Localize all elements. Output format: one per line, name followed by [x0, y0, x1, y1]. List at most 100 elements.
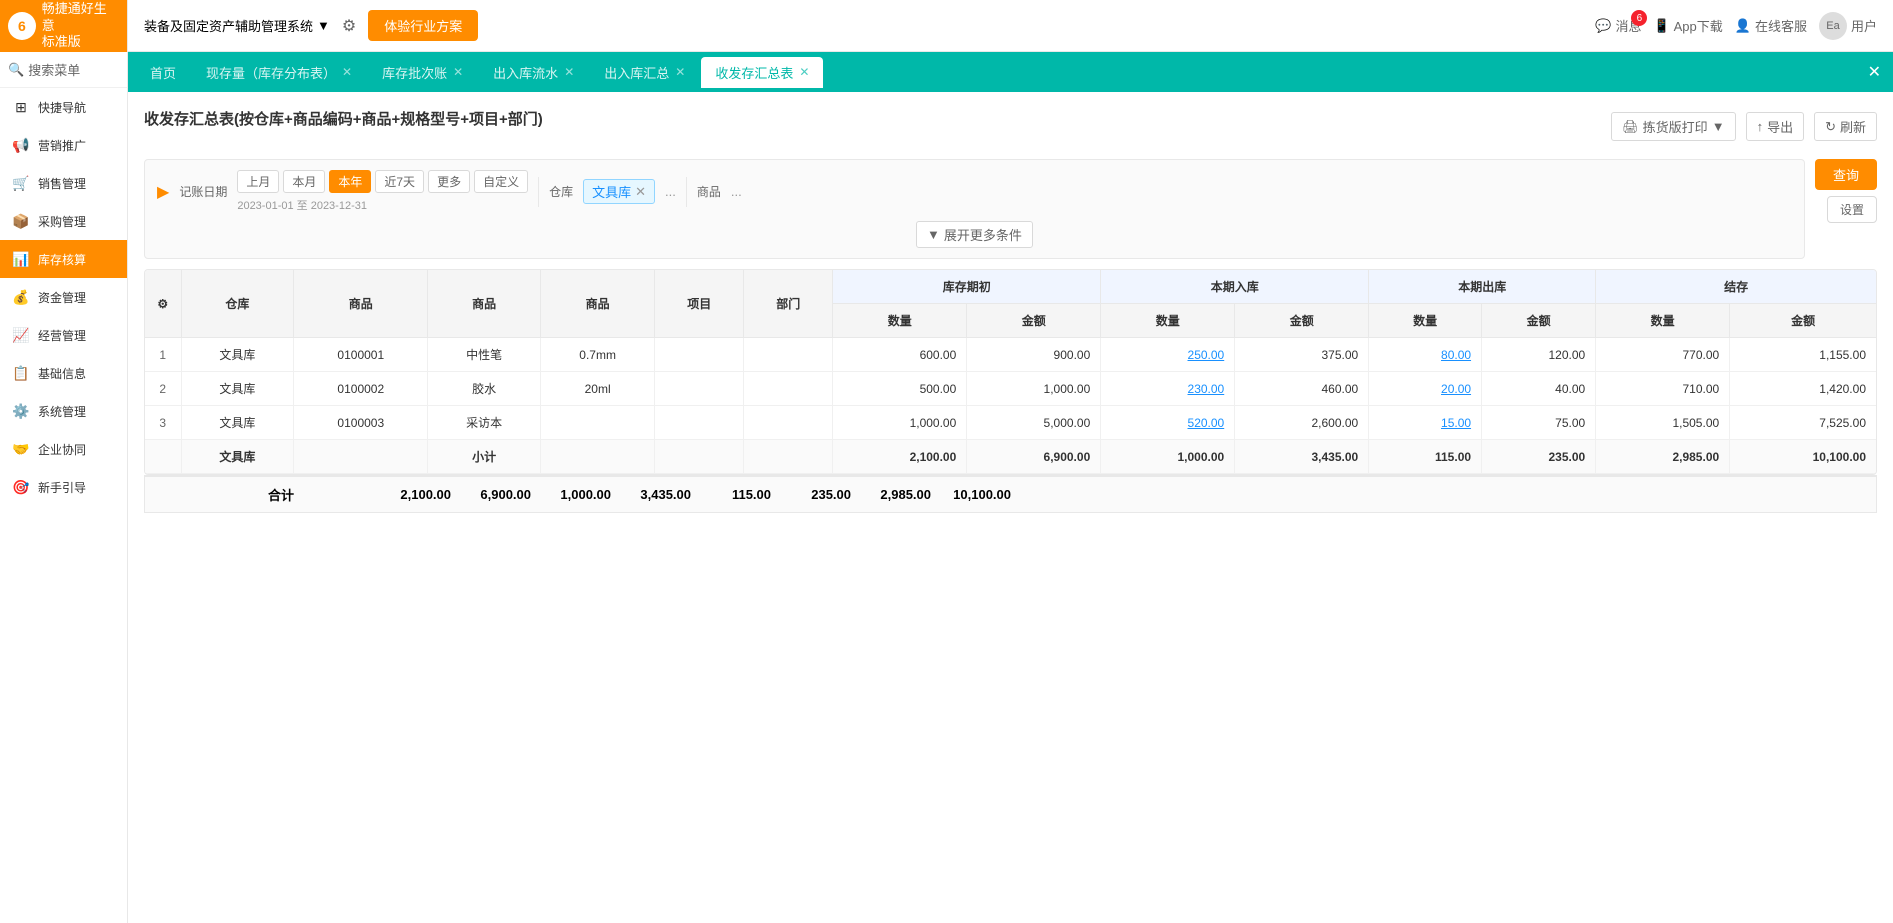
sidebar-item-marketing[interactable]: 📢 营销推广 [0, 126, 127, 164]
sidebar-item-finance[interactable]: 💰 资金管理 [0, 278, 127, 316]
col-name: 商品 [428, 270, 541, 338]
system-title[interactable]: 装备及固定资产辅助管理系统 ▼ [144, 16, 330, 35]
expand-conditions-btn[interactable]: ▼ 展开更多条件 [916, 221, 1033, 248]
col-group-balance: 结存 [1596, 270, 1876, 304]
sidebar-item-quick-nav[interactable]: ⊞ 快捷导航 [0, 88, 127, 126]
warehouse-tag-close[interactable]: ✕ [635, 184, 646, 200]
sales-icon: 🛒 [12, 174, 30, 192]
logo-icon: 6 [8, 12, 36, 40]
col-project: 项目 [655, 270, 744, 338]
cell-name: 中性笔 [428, 338, 541, 372]
sidebar-item-operations[interactable]: 📈 经营管理 [0, 316, 127, 354]
cell-begin-qty: 600.00 [833, 338, 967, 372]
cell-warehouse: 文具库 [181, 372, 294, 406]
tab-inout-flow-label: 出入库流水 [493, 63, 558, 82]
cell-project [655, 406, 744, 440]
footer-in-qty: 1,000.00 [541, 487, 621, 502]
warehouse-tag[interactable]: 文具库 ✕ [583, 179, 655, 204]
print-btn[interactable]: 🖨 拣货版打印 ▼ [1611, 112, 1735, 141]
cell-in-qty[interactable]: 520.00 [1101, 406, 1235, 440]
sidebar-item-inventory[interactable]: 📊 库存核算 [0, 240, 127, 278]
cell-out-qty[interactable]: 20.00 [1369, 372, 1482, 406]
cell-in-qty[interactable]: 230.00 [1101, 372, 1235, 406]
col-group-begin: 库存期初 [833, 270, 1101, 304]
cell-bal-amt: 10,100.00 [1730, 440, 1876, 474]
tab-batch-close[interactable]: ✕ [453, 65, 463, 79]
guide-icon: 🎯 [12, 478, 30, 496]
online-service-action[interactable]: 👤 在线客服 [1735, 16, 1807, 35]
tabbar-close-btn[interactable]: ✕ [1864, 58, 1885, 86]
table-row[interactable]: 2 文具库 0100002 胶水 20ml 500.00 1,000.00 23… [145, 372, 1876, 406]
tab-inout-flow[interactable]: 出入库流水 ✕ [479, 57, 588, 88]
cell-spec [541, 406, 655, 440]
chevron-down-icon: ▼ [317, 18, 330, 33]
experience-btn[interactable]: 体验行业方案 [368, 10, 478, 41]
sidebar-item-purchase[interactable]: 📦 采购管理 [0, 202, 127, 240]
base-info-icon: 📋 [12, 364, 30, 382]
table-row[interactable]: 1 文具库 0100001 中性笔 0.7mm 600.00 900.00 25… [145, 338, 1876, 372]
warehouse-label: 仓库 [549, 183, 573, 200]
date-btn-this-year[interactable]: 本年 [329, 170, 371, 193]
tab-inout-flow-close[interactable]: ✕ [564, 65, 574, 79]
goods-more-btn[interactable]: ... [731, 184, 742, 199]
tab-inventory-dist-close[interactable]: ✕ [342, 65, 352, 79]
cell-bal-qty: 710.00 [1596, 372, 1730, 406]
export-btn[interactable]: ↑ 导出 [1746, 112, 1805, 141]
search-menu-item[interactable]: 🔍 搜索菜单 [0, 52, 127, 88]
settings-icon[interactable]: ⚙ [342, 16, 356, 36]
quick-nav-icon: ⊞ [12, 98, 30, 116]
table-row[interactable]: 文具库 小计 2,100.00 6,900.00 1,000.00 3,435.… [145, 440, 1876, 474]
date-btn-this-month[interactable]: 本月 [283, 170, 325, 193]
cell-in-qty[interactable]: 250.00 [1101, 338, 1235, 372]
cell-begin-amt: 5,000.00 [967, 406, 1101, 440]
date-btn-more[interactable]: 更多 [428, 170, 470, 193]
cell-spec: 0.7mm [541, 338, 655, 372]
date-btn-last-month[interactable]: 上月 [237, 170, 279, 193]
warehouse-more-btn[interactable]: ... [665, 184, 676, 199]
avatar: Ea [1819, 12, 1847, 40]
message-action[interactable]: 💬 消息 6 [1595, 16, 1641, 35]
tab-batch-label: 库存批次账 [382, 63, 447, 82]
cell-bal-qty: 1,505.00 [1596, 406, 1730, 440]
query-btn[interactable]: 查询 [1815, 159, 1877, 190]
table-row[interactable]: 3 文具库 0100003 采访本 1,000.00 5,000.00 520.… [145, 406, 1876, 440]
refresh-btn[interactable]: ↻ 刷新 [1814, 112, 1877, 141]
tab-home[interactable]: 首页 [136, 57, 190, 88]
cell-project [655, 372, 744, 406]
inventory-icon: 📊 [12, 250, 30, 268]
tab-receive-summary-close[interactable]: ✕ [799, 65, 809, 79]
filter-collapse-btn[interactable]: ▶ [157, 182, 169, 202]
cell-begin-qty: 500.00 [833, 372, 967, 406]
tab-inout-summary-close[interactable]: ✕ [675, 65, 685, 79]
sidebar-item-system[interactable]: ⚙️ 系统管理 [0, 392, 127, 430]
cell-out-amt: 235.00 [1482, 440, 1596, 474]
cell-begin-amt: 1,000.00 [967, 372, 1101, 406]
user-action[interactable]: Ea 用户 [1819, 12, 1877, 40]
cell-no: 1 [145, 338, 181, 372]
table-settings-col[interactable]: ⚙ [145, 270, 181, 338]
cell-out-qty[interactable]: 80.00 [1369, 338, 1482, 372]
tab-inout-summary[interactable]: 出入库汇总 ✕ [590, 57, 699, 88]
settings-btn[interactable]: 设置 [1827, 196, 1877, 223]
cell-out-amt: 40.00 [1482, 372, 1596, 406]
col-dept: 部门 [744, 270, 833, 338]
cell-begin-amt: 6,900.00 [967, 440, 1101, 474]
tab-inventory-dist[interactable]: 现存量（库存分布表） ✕ [192, 57, 366, 88]
cell-out-qty[interactable]: 15.00 [1369, 406, 1482, 440]
tab-batch[interactable]: 库存批次账 ✕ [368, 57, 477, 88]
data-table: ⚙ 仓库 商品 商品 商品 项目 部门 库存期初 本期入库 本期出库 结存 数量 [144, 269, 1877, 475]
tab-inventory-dist-label: 现存量（库存分布表） [206, 63, 336, 82]
date-btn-7days[interactable]: 近7天 [375, 170, 424, 193]
sidebar-item-base-info[interactable]: 📋 基础信息 [0, 354, 127, 392]
app-download-action[interactable]: 📱 App下载 [1653, 16, 1722, 35]
sidebar-item-sales[interactable]: 🛒 销售管理 [0, 164, 127, 202]
tab-receive-summary[interactable]: 收发存汇总表 ✕ [701, 57, 823, 88]
table-footer: 合计 2,100.00 6,900.00 1,000.00 3,435.00 1… [144, 475, 1877, 513]
sidebar-item-guide[interactable]: 🎯 新手引导 [0, 468, 127, 506]
col-bal-qty: 数量 [1596, 304, 1730, 338]
date-range: 2023-01-01 至 2023-12-31 [237, 197, 528, 213]
cell-code: 0100001 [294, 338, 428, 372]
sidebar-item-enterprise[interactable]: 🤝 企业协同 [0, 430, 127, 468]
cell-dept [744, 406, 833, 440]
date-btn-custom[interactable]: 自定义 [474, 170, 528, 193]
